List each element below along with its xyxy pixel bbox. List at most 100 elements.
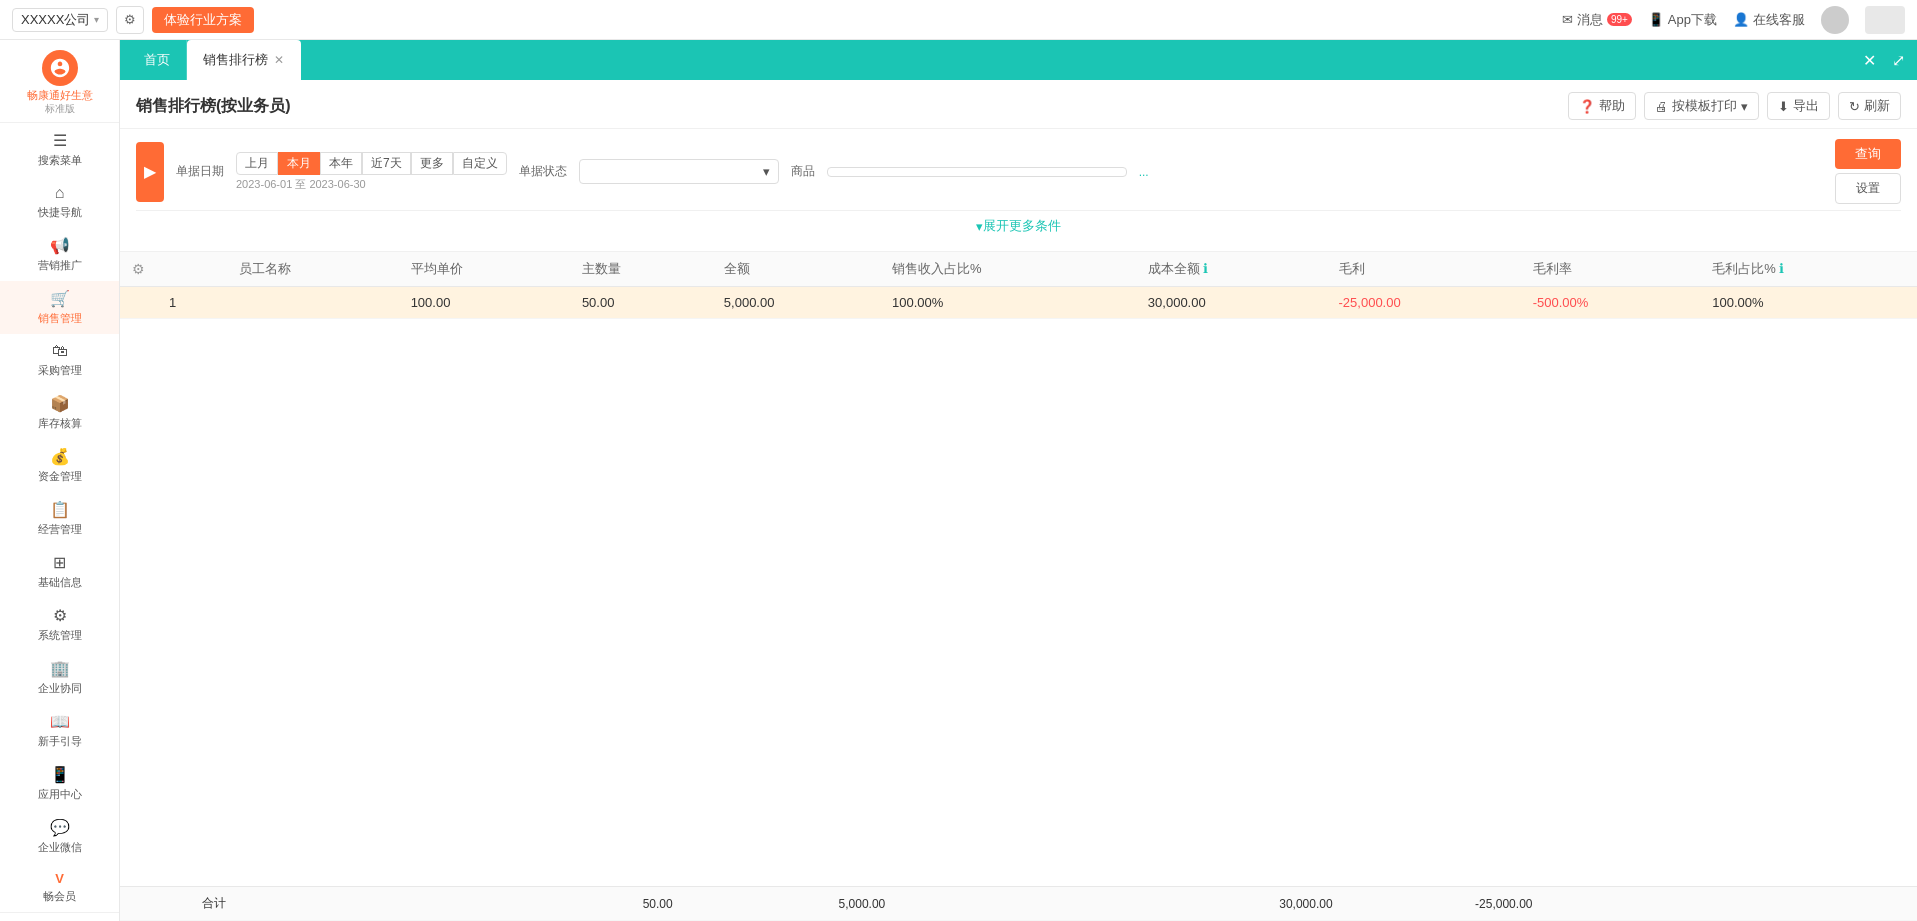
- sidebar-item-finance-label: 资金管理: [38, 469, 82, 484]
- settings-button[interactable]: 设置: [1835, 173, 1901, 204]
- chevron-down-icon: ▾: [94, 14, 99, 25]
- sidebar-item-shortcut[interactable]: ⌂ 快捷导航: [0, 176, 119, 228]
- tab-close-all-button[interactable]: ✕: [1859, 49, 1880, 72]
- sidebar-item-sales[interactable]: 🛒 销售管理: [0, 281, 119, 334]
- appstore-icon: 📱: [50, 765, 70, 784]
- footer-qty-cell: 50.00: [631, 887, 827, 921]
- wechat-icon: 💬: [50, 818, 70, 837]
- help-button[interactable]: ❓ 帮助: [1568, 92, 1636, 120]
- message-icon: ✉: [1562, 12, 1573, 27]
- sidebar-item-appstore[interactable]: 📱 应用中心: [0, 757, 119, 810]
- sidebar-item-marketing[interactable]: 📢 营销推广: [0, 228, 119, 281]
- trial-button[interactable]: 体验行业方案: [152, 7, 254, 33]
- sidebar-item-inventory-label: 库存核算: [38, 416, 82, 431]
- query-button[interactable]: 查询: [1835, 139, 1901, 169]
- footer-gross-cell: -25,000.00: [1463, 887, 1662, 921]
- sidebar-item-guide-label: 新手引导: [38, 734, 82, 749]
- date-prev-month-button[interactable]: 上月: [236, 152, 278, 175]
- date-custom-button[interactable]: 自定义: [453, 152, 507, 175]
- sidebar-item-system-label: 系统管理: [38, 628, 82, 643]
- tab-close-icon[interactable]: ✕: [274, 53, 284, 67]
- company-selector[interactable]: XXXXX公司 ▾: [12, 8, 108, 32]
- logo-icon: [42, 50, 78, 86]
- sidebar-item-search[interactable]: ☰ 搜索菜单: [0, 123, 119, 176]
- sidebar-item-basic[interactable]: ⊞ 基础信息: [0, 545, 119, 598]
- sidebar-item-enterprise-label: 企业协同: [38, 681, 82, 696]
- sidebar-item-inventory[interactable]: 📦 库存核算: [0, 386, 119, 439]
- cost-help-icon: ℹ: [1203, 261, 1208, 276]
- date-7days-button[interactable]: 近7天: [362, 152, 411, 175]
- table-header: ⚙ 员工名称 平均单价 主数量 全额 销售收入占比% 成本全额 ℹ: [120, 252, 1917, 287]
- avatar[interactable]: [1821, 6, 1849, 34]
- col-name: 员工名称: [227, 252, 398, 287]
- export-button[interactable]: ⬇ 导出: [1767, 92, 1830, 120]
- sidebar-item-purchase[interactable]: 🛍 采购管理: [0, 334, 119, 386]
- sidebar-item-member[interactable]: V 畅会员: [0, 863, 119, 912]
- col-gross-pct: 毛利占比% ℹ: [1700, 252, 1917, 287]
- app-download-button[interactable]: 📱 App下载: [1648, 11, 1717, 29]
- footer-gross-rate-cell: [1662, 887, 1858, 921]
- footer-rank-cell: [150, 887, 190, 921]
- sidebar-item-system[interactable]: ⚙ 系统管理: [0, 598, 119, 651]
- help-icon: ❓: [1579, 99, 1595, 114]
- expand-chevron-icon: ▾: [976, 219, 983, 234]
- col-rank: [157, 252, 227, 287]
- filter-row-1: ▶ 单据日期 上月 本月 本年 近7天 更多 自定义 2023-06-01 至 …: [136, 139, 1901, 204]
- query-area: 查询 设置: [1835, 139, 1901, 204]
- tab-bar: 首页 销售排行榜 ✕ ✕ ⤢: [120, 40, 1917, 80]
- settings-icon[interactable]: ⚙: [116, 6, 144, 34]
- sidebar-item-appstore-label: 应用中心: [38, 787, 82, 802]
- date-cur-month-button[interactable]: 本月: [278, 152, 320, 175]
- sidebar-item-enterprise[interactable]: 🏢 企业协同: [0, 651, 119, 704]
- gross-pct-help-icon: ℹ: [1779, 261, 1784, 276]
- online-service-button[interactable]: 👤 在线客服: [1733, 11, 1805, 29]
- column-settings-icon[interactable]: ⚙: [132, 261, 145, 277]
- message-label: 消息: [1577, 11, 1603, 29]
- messages-button[interactable]: ✉ 消息 99+: [1562, 11, 1632, 29]
- footer-total-label: 合计: [190, 887, 435, 921]
- page-title: 销售排行榜(按业务员): [136, 96, 1568, 117]
- member-icon: V: [55, 871, 64, 886]
- print-label: 按模板打印: [1672, 97, 1737, 115]
- date-more-button[interactable]: 更多: [411, 152, 453, 175]
- sidebar-item-wechat[interactable]: 💬 企业微信: [0, 810, 119, 863]
- status-select[interactable]: ▾: [579, 159, 779, 184]
- sidebar-item-operations[interactable]: 📋 经营管理: [0, 492, 119, 545]
- export-icon: ⬇: [1778, 99, 1789, 114]
- print-icon: 🖨: [1655, 99, 1668, 114]
- footer-table: 合计 50.00 5,000.00 30,000.00 -25,000.00: [120, 887, 1917, 921]
- top-bar: XXXXX公司 ▾ ⚙ 体验行业方案 ✉ 消息 99+ 📱 App下载 👤 在线…: [0, 0, 1917, 40]
- date-year-button[interactable]: 本年: [320, 152, 362, 175]
- inventory-icon: 📦: [50, 394, 70, 413]
- sidebar-item-guide[interactable]: 📖 新手引导: [0, 704, 119, 757]
- page-header: 销售排行榜(按业务员) ❓ 帮助 🖨 按模板打印 ▾ ⬇ 导出: [120, 80, 1917, 129]
- user-name-placeholder[interactable]: [1865, 6, 1905, 34]
- refresh-label: 刷新: [1864, 97, 1890, 115]
- logo-sub: 标准版: [45, 102, 75, 116]
- sidebar-bottom: ⚙ ◀: [0, 912, 119, 921]
- tab-sales-rank[interactable]: 销售排行榜 ✕: [187, 40, 301, 80]
- col-avg-price: 平均单价: [399, 252, 570, 287]
- date-shortcuts: 上月 本月 本年 近7天 更多 自定义 2023-06-01 至 2023-06…: [236, 152, 507, 192]
- enterprise-icon: 🏢: [50, 659, 70, 678]
- date-range-display: 2023-06-01 至 2023-06-30: [236, 177, 507, 192]
- logo-text: 畅康通好生意: [27, 88, 93, 102]
- tab-expand-button[interactable]: ⤢: [1888, 49, 1909, 72]
- tab-home[interactable]: 首页: [128, 40, 187, 80]
- goods-more-link[interactable]: ...: [1139, 165, 1149, 179]
- sidebar-item-finance[interactable]: 💰 资金管理: [0, 439, 119, 492]
- col-gross-rate: 毛利率: [1521, 252, 1700, 287]
- goods-input[interactable]: [827, 167, 1127, 177]
- expand-more-button[interactable]: ▾ 展开更多条件: [976, 217, 1061, 235]
- refresh-button[interactable]: ↻ 刷新: [1838, 92, 1901, 120]
- print-chevron-icon: ▾: [1741, 99, 1748, 114]
- footer-gross-pct-cell: [1858, 887, 1917, 921]
- tab-bar-right: ✕ ⤢: [1859, 49, 1909, 72]
- table-body: 1100.0050.005,000.00100.00%30,000.00-25,…: [120, 287, 1917, 319]
- sidebar-item-marketing-label: 营销推广: [38, 258, 82, 273]
- print-button[interactable]: 🖨 按模板打印 ▾: [1644, 92, 1759, 120]
- purchase-icon: 🛍: [52, 342, 68, 360]
- table-area: ⚙ 员工名称 平均单价 主数量 全额 销售收入占比% 成本全额 ℹ: [120, 252, 1917, 886]
- table-row: 1100.0050.005,000.00100.00%30,000.00-25,…: [120, 287, 1917, 319]
- filter-collapse-button[interactable]: ▶: [136, 142, 164, 202]
